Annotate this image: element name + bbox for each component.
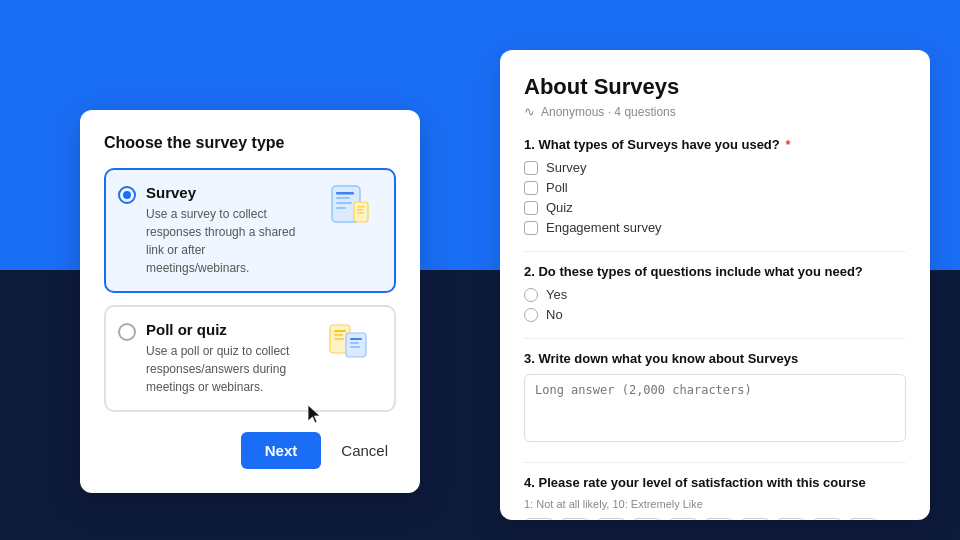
modal-title: Choose the survey type <box>104 134 396 152</box>
scene: Choose the survey type Survey Use a surv… <box>0 0 960 540</box>
poll-option-desc: Use a poll or quiz to collect responses/… <box>146 342 310 396</box>
svg-rect-3 <box>336 202 352 204</box>
cancel-button[interactable]: Cancel <box>333 432 396 469</box>
required-marker: * <box>785 137 790 152</box>
divider-2 <box>524 338 906 339</box>
checkbox-label-quiz: Quiz <box>546 200 573 215</box>
rating-2[interactable]: 2 <box>560 518 590 520</box>
survey-option-title: Survey <box>146 184 310 201</box>
checkbox-row-survey: Survey <box>524 160 906 175</box>
checkbox-label-poll: Poll <box>546 180 568 195</box>
panel-meta-text: Anonymous · 4 questions <box>541 105 676 119</box>
question-4: 4. Please rate your level of satisfactio… <box>524 475 906 520</box>
checkbox-engagement[interactable] <box>524 221 538 235</box>
question-4-label: 4. Please rate your level of satisfactio… <box>524 475 906 490</box>
rating-3[interactable]: 3 <box>596 518 626 520</box>
panel-meta: ∿ Anonymous · 4 questions <box>524 104 906 119</box>
radio-label-no: No <box>546 307 563 322</box>
survey-option-poll[interactable]: Poll or quiz Use a poll or quiz to colle… <box>104 305 396 412</box>
poll-option-content: Poll or quiz Use a poll or quiz to colle… <box>146 321 310 396</box>
svg-rect-14 <box>350 338 362 340</box>
poll-icon <box>320 321 380 365</box>
checkbox-label-survey: Survey <box>546 160 586 175</box>
svg-rect-8 <box>357 212 364 214</box>
radio-row-yes: Yes <box>524 287 906 302</box>
question-3-label: 3. Write down what you know about Survey… <box>524 351 906 366</box>
survey-type-modal: Choose the survey type Survey Use a surv… <box>80 110 420 493</box>
rating-numbers: 1 2 3 4 5 6 7 8 9 10 <box>524 518 906 520</box>
svg-rect-7 <box>357 209 363 211</box>
rating-scale: 1: Not at all likely, 10: Extremely Like… <box>524 498 906 520</box>
panel-title: About Surveys <box>524 74 906 100</box>
svg-rect-2 <box>336 197 350 199</box>
survey-option-desc: Use a survey to collect responses throug… <box>146 205 310 277</box>
rating-7[interactable]: 7 <box>740 518 770 520</box>
survey-radio[interactable] <box>118 186 136 204</box>
question-2-label: 2. Do these types of questions include w… <box>524 264 906 279</box>
question-3: 3. Write down what you know about Survey… <box>524 351 906 446</box>
svg-rect-6 <box>357 206 365 208</box>
rating-8[interactable]: 8 <box>776 518 806 520</box>
long-answer-input[interactable] <box>524 374 906 442</box>
checkbox-row-poll: Poll <box>524 180 906 195</box>
radio-row-no: No <box>524 307 906 322</box>
checkbox-label-engagement: Engagement survey <box>546 220 662 235</box>
rating-hint: 1: Not at all likely, 10: Extremely Like <box>524 498 906 510</box>
question-2: 2. Do these types of questions include w… <box>524 264 906 322</box>
rating-4[interactable]: 4 <box>632 518 662 520</box>
svg-rect-13 <box>346 333 366 357</box>
svg-rect-15 <box>350 342 359 344</box>
rating-1[interactable]: 1 <box>524 518 554 520</box>
rating-5[interactable]: 5 <box>668 518 698 520</box>
rating-9[interactable]: 9 <box>812 518 842 520</box>
survey-option-content: Survey Use a survey to collect responses… <box>146 184 310 277</box>
survey-preview-panel: About Surveys ∿ Anonymous · 4 questions … <box>500 50 930 520</box>
poll-radio[interactable] <box>118 323 136 341</box>
radio-yes[interactable] <box>524 288 538 302</box>
question-1: 1. What types of Surveys have you used? … <box>524 137 906 235</box>
modal-footer: Next Cancel <box>104 432 396 469</box>
checkbox-poll[interactable] <box>524 181 538 195</box>
svg-rect-16 <box>350 346 360 348</box>
svg-rect-11 <box>334 334 343 336</box>
radio-no[interactable] <box>524 308 538 322</box>
svg-rect-10 <box>334 330 346 332</box>
svg-rect-1 <box>336 192 354 195</box>
rating-10[interactable]: 10 <box>848 518 878 520</box>
poll-option-title: Poll or quiz <box>146 321 310 338</box>
survey-icon <box>320 184 380 228</box>
checkbox-quiz[interactable] <box>524 201 538 215</box>
svg-rect-12 <box>334 338 344 340</box>
anonymous-icon: ∿ <box>524 104 535 119</box>
checkbox-row-engagement: Engagement survey <box>524 220 906 235</box>
radio-label-yes: Yes <box>546 287 567 302</box>
rating-6[interactable]: 6 <box>704 518 734 520</box>
divider-3 <box>524 462 906 463</box>
question-1-label: 1. What types of Surveys have you used? … <box>524 137 906 152</box>
divider-1 <box>524 251 906 252</box>
next-button[interactable]: Next <box>241 432 322 469</box>
survey-option-survey[interactable]: Survey Use a survey to collect responses… <box>104 168 396 293</box>
checkbox-row-quiz: Quiz <box>524 200 906 215</box>
checkbox-survey[interactable] <box>524 161 538 175</box>
svg-rect-4 <box>336 207 346 209</box>
